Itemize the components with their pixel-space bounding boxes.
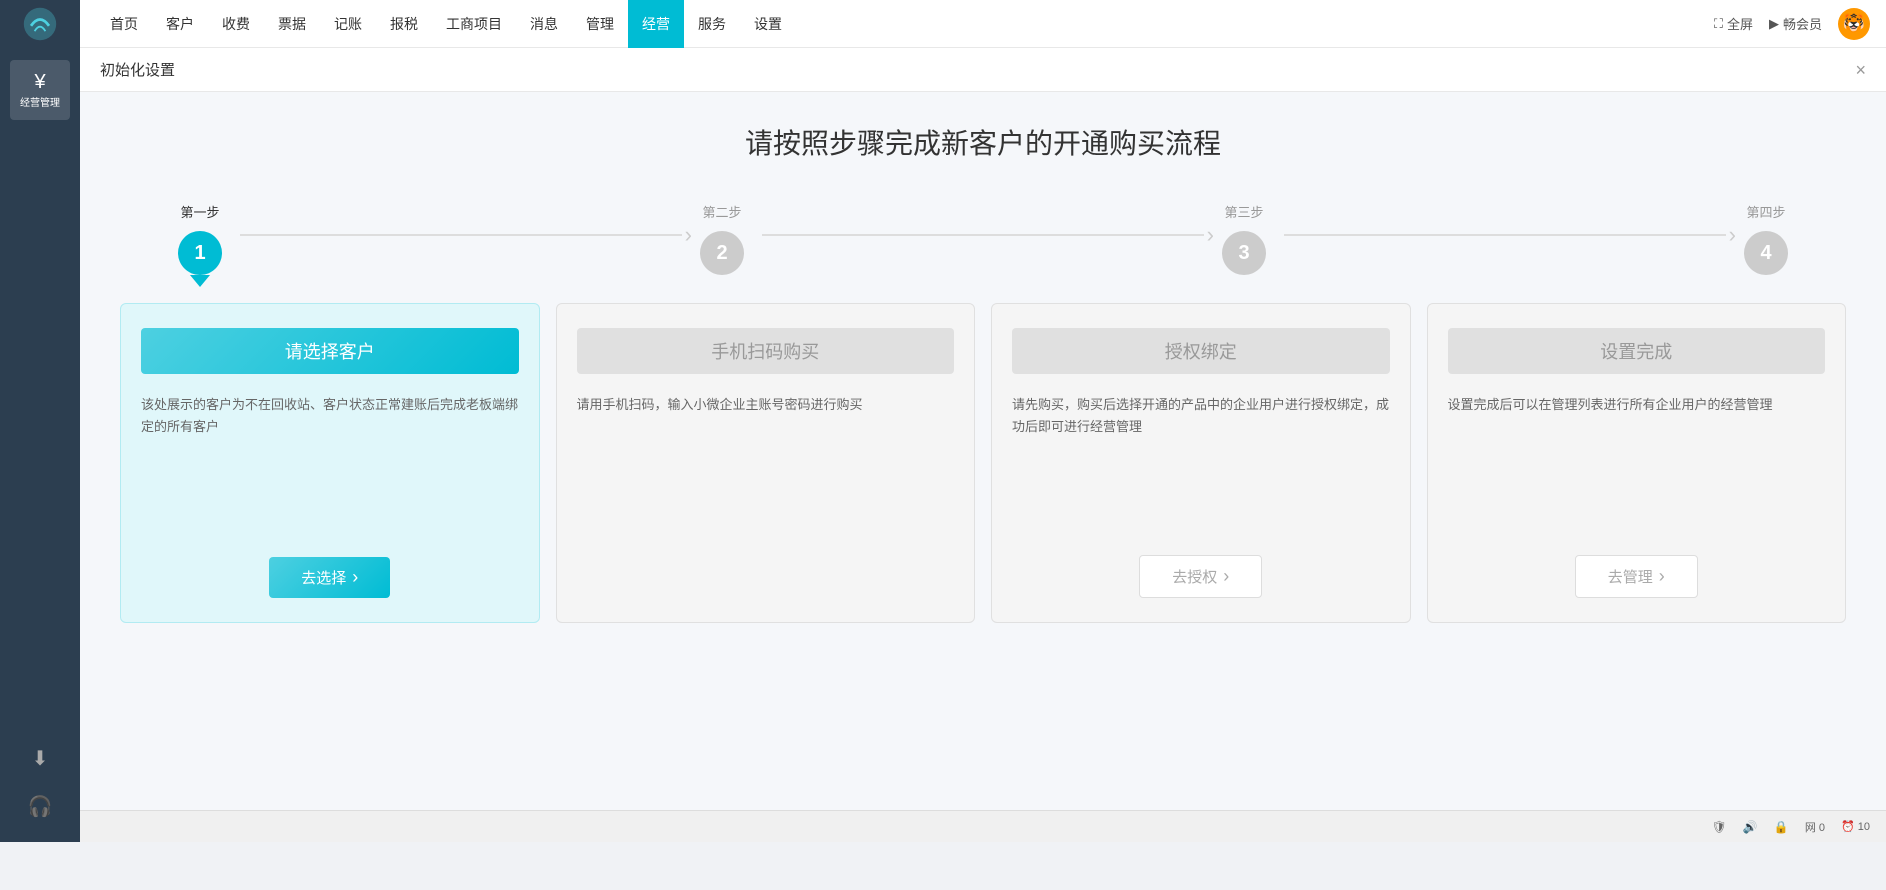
nav-item-home[interactable]: 首页 <box>96 0 152 48</box>
nav-item-account[interactable]: 记账 <box>320 0 376 48</box>
step-1-pointer <box>190 275 210 287</box>
page-title: 初始化设置 <box>100 59 175 80</box>
headset-icon[interactable]: 🎧 <box>20 786 60 826</box>
step-3-label: 第三步 <box>1224 202 1263 221</box>
status-bar: ▶ 完成 🛡 🔊 🔒 网 0 ⏰ 10 <box>0 810 1886 842</box>
fullscreen-button[interactable]: ⛶ 全屏 <box>1714 14 1753 33</box>
card-3-body: 请先购买，购买后选择开通的产品中的企业用户进行授权绑定，成功后即可进行经营管理 <box>1012 394 1390 535</box>
nav-item-message[interactable]: 消息 <box>516 0 572 48</box>
close-button[interactable]: × <box>1855 61 1866 79</box>
card-3-footer: 去授权 › <box>1012 555 1390 598</box>
vip-button[interactable]: ▶ 畅会员 <box>1769 14 1822 33</box>
card-1-title: 请选择客户 <box>141 328 519 374</box>
nav-item-fee[interactable]: 收费 <box>208 0 264 48</box>
step-1: 第一步 1 <box>160 202 240 287</box>
card-4-body: 设置完成后可以在管理列表进行所有企业用户的经营管理 <box>1448 394 1826 535</box>
nav-item-business[interactable]: 工商项目 <box>432 0 516 48</box>
step-3: 第三步 3 <box>1204 202 1284 275</box>
sidebar: ¥ 经营管理 ⬇ 🎧 <box>0 48 80 842</box>
nav-item-invoice[interactable]: 票据 <box>264 0 320 48</box>
step-4: 第四步 4 <box>1726 202 1806 275</box>
nav-item-customer[interactable]: 客户 <box>152 0 208 48</box>
step-1-label: 第一步 <box>180 202 219 221</box>
nav-item-operation[interactable]: 经营 <box>628 0 684 48</box>
card-2-title: 手机扫码购买 <box>577 328 955 374</box>
step-2: 第二步 2 <box>682 202 762 275</box>
card-1-body: 该处展示的客户为不在回收站、客户状态正常建账后完成老板端绑定的所有客户 <box>141 394 519 537</box>
main-content: 初始化设置 × 请按照步骤完成新客户的开通购买流程 第一步 1 › 第二步 2 <box>80 48 1886 810</box>
step-1-circle: 1 <box>178 231 222 275</box>
top-nav: 首页 客户 收费 票据 记账 报税 工商项目 消息 管理 经营 服务 设置 ⛶ … <box>80 0 1886 48</box>
card-2-body: 请用手机扫码，输入小微企业主账号密码进行购买 <box>577 394 955 578</box>
avatar[interactable]: 🐯 <box>1838 8 1870 40</box>
connector-1: › <box>240 234 682 236</box>
fullscreen-icon: ⛶ <box>1714 16 1723 32</box>
nav-item-service[interactable]: 服务 <box>684 0 740 48</box>
go-authorize-button[interactable]: 去授权 › <box>1139 555 1262 598</box>
step-2-label: 第二步 <box>702 202 741 221</box>
card-1-footer: 去选择 › <box>141 557 519 598</box>
go-select-button[interactable]: 去选择 › <box>269 557 390 598</box>
download-icon[interactable]: ⬇ <box>20 738 60 778</box>
connector-3: › <box>1284 234 1726 236</box>
card-4: 设置完成 设置完成后可以在管理列表进行所有企业用户的经营管理 去管理 › <box>1427 303 1847 623</box>
step-2-circle: 2 <box>700 231 744 275</box>
step-4-label: 第四步 <box>1746 202 1785 221</box>
main-title: 请按照步骤完成新客户的开通购买流程 <box>120 122 1846 162</box>
nav-item-settings[interactable]: 设置 <box>740 0 796 48</box>
cards-row: 请选择客户 该处展示的客户为不在回收站、客户状态正常建账后完成老板端绑定的所有客… <box>120 303 1846 623</box>
go-manage-button[interactable]: 去管理 › <box>1575 555 1698 598</box>
nav-item-manage[interactable]: 管理 <box>572 0 628 48</box>
card-3-title: 授权绑定 <box>1012 328 1390 374</box>
time-icon: ⏰ 10 <box>1841 820 1870 833</box>
card-4-title: 设置完成 <box>1448 328 1826 374</box>
page-header: 初始化设置 × <box>80 48 1886 92</box>
steps-timeline: 第一步 1 › 第二步 2 › <box>120 202 1846 287</box>
app-logo <box>0 0 80 48</box>
nav-item-tax[interactable]: 报税 <box>376 0 432 48</box>
yuan-icon: ¥ <box>34 71 45 94</box>
card-4-footer: 去管理 › <box>1448 555 1826 598</box>
lock-icon: 🔒 <box>1774 820 1789 834</box>
card-1: 请选择客户 该处展示的客户为不在回收站、客户状态正常建账后完成老板端绑定的所有客… <box>120 303 540 623</box>
vip-icon: ▶ <box>1769 16 1779 32</box>
step-3-circle: 3 <box>1222 231 1266 275</box>
network-icon: 网 0 <box>1805 819 1825 835</box>
card-2: 手机扫码购买 请用手机扫码，输入小微企业主账号密码进行购买 <box>556 303 976 623</box>
volume-icon: 🔊 <box>1743 820 1758 834</box>
shield-icon: 🛡 <box>1712 820 1727 834</box>
connector-2: › <box>762 234 1204 236</box>
sidebar-item-operation[interactable]: ¥ 经营管理 <box>10 60 70 120</box>
card-3: 授权绑定 请先购买，购买后选择开通的产品中的企业用户进行授权绑定，成功后即可进行… <box>991 303 1411 623</box>
step-4-circle: 4 <box>1744 231 1788 275</box>
content-area: 请按照步骤完成新客户的开通购买流程 第一步 1 › 第二步 2 <box>80 92 1886 810</box>
